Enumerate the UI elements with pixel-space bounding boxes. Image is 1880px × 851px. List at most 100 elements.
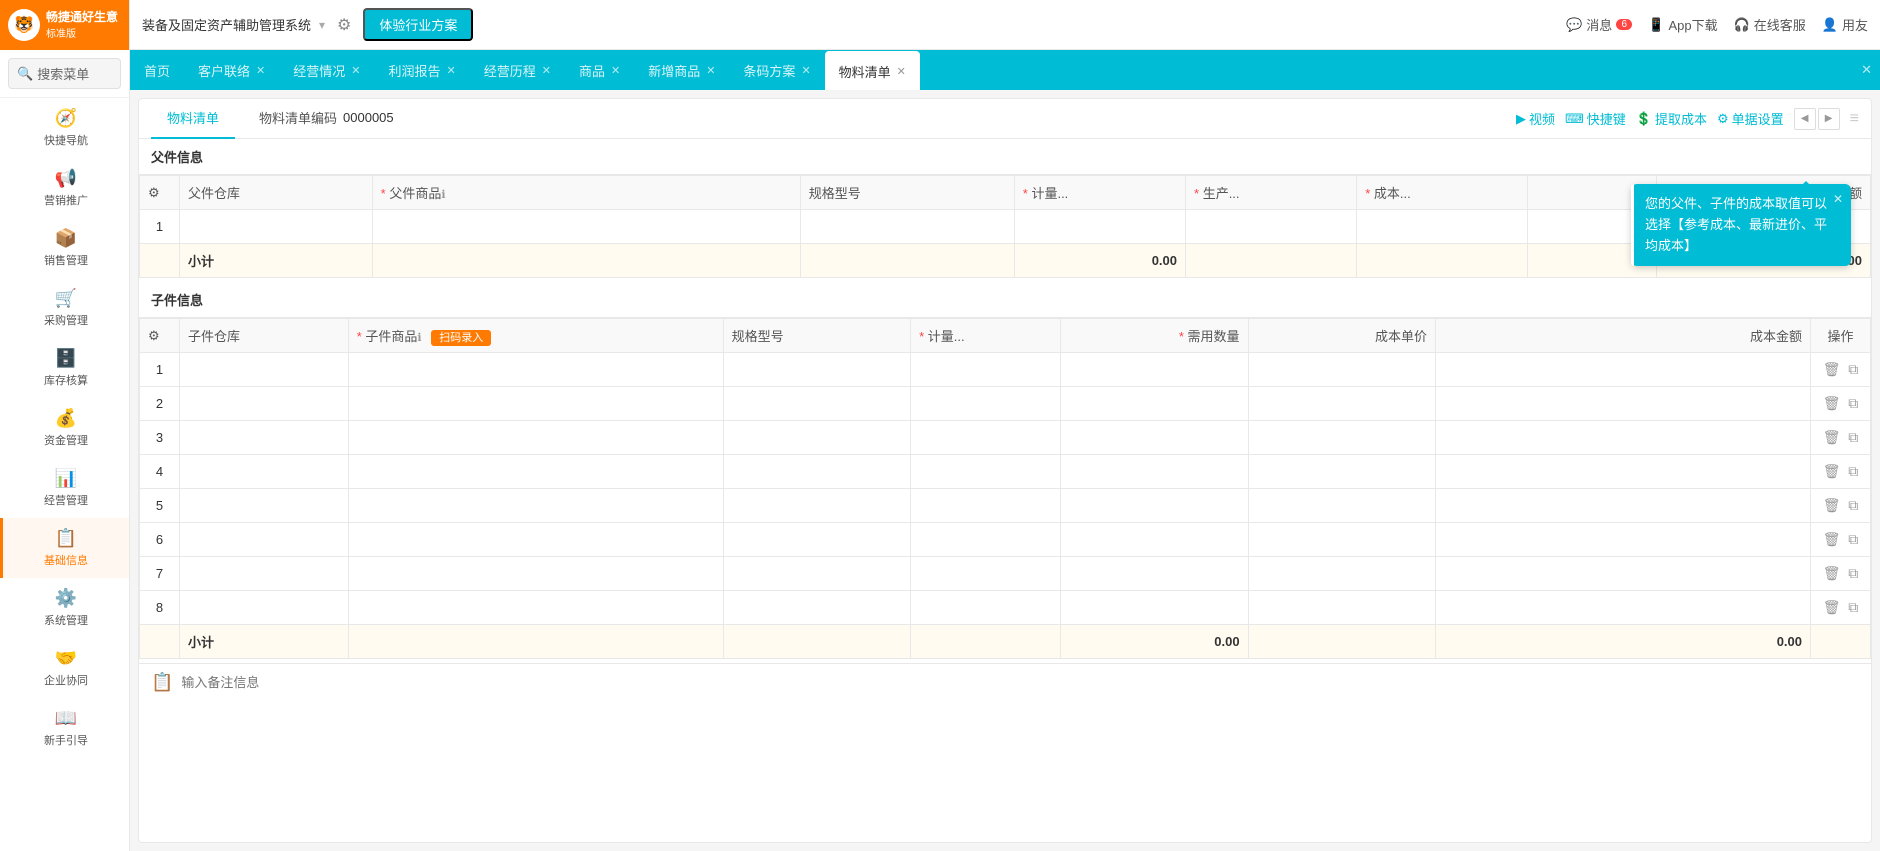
copy-icon-row-5[interactable]: ⧉ bbox=[1848, 497, 1858, 513]
child-row-7-qty[interactable] bbox=[1061, 557, 1248, 591]
child-row-3-goods[interactable] bbox=[348, 421, 723, 455]
child-row-2-spec[interactable] bbox=[723, 387, 910, 421]
child-row-8-qty[interactable] bbox=[1061, 591, 1248, 625]
delete-icon-row-8[interactable]: 🗑 bbox=[1823, 599, 1841, 615]
tab-operation-status-close[interactable]: ✕ bbox=[351, 64, 360, 77]
tab-goods[interactable]: 商品 ✕ bbox=[565, 50, 634, 90]
service-button[interactable]: 🎧 在线客服 bbox=[1734, 15, 1806, 34]
child-row-3-qty[interactable] bbox=[1061, 421, 1248, 455]
sidebar-item-system[interactable]: ⚙️ 系统管理 bbox=[0, 578, 129, 638]
search-menu-button[interactable]: 🔍 搜索菜单 bbox=[8, 58, 121, 89]
sidebar-item-enterprise[interactable]: 🤝 企业协同 bbox=[0, 638, 129, 698]
child-col-settings[interactable]: ⚙ bbox=[140, 319, 180, 353]
expand-icon[interactable]: ≡ bbox=[1850, 110, 1859, 128]
copy-icon-row-4[interactable]: ⧉ bbox=[1848, 463, 1858, 479]
tab-history[interactable]: 经营历程 ✕ bbox=[470, 50, 565, 90]
child-row-3-cost-unit[interactable] bbox=[1248, 421, 1435, 455]
child-row-1-unit[interactable] bbox=[911, 353, 1061, 387]
child-row-7-warehouse[interactable] bbox=[180, 557, 349, 591]
child-row-5-spec[interactable] bbox=[723, 489, 910, 523]
child-row-6-cost-unit[interactable] bbox=[1248, 523, 1435, 557]
parent-row-1-spec[interactable] bbox=[800, 210, 1014, 244]
child-row-3-spec[interactable] bbox=[723, 421, 910, 455]
copy-icon-row-3[interactable]: ⧉ bbox=[1848, 429, 1858, 445]
child-row-5-qty[interactable] bbox=[1061, 489, 1248, 523]
delete-icon-row-1[interactable]: 🗑 bbox=[1823, 361, 1841, 377]
cost-button[interactable]: 💲 提取成本 bbox=[1636, 109, 1707, 128]
topbar-dropdown-arrow[interactable]: ▾ bbox=[319, 18, 325, 32]
sidebar-item-sales[interactable]: 📦 销售管理 bbox=[0, 218, 129, 278]
shortcuts-button[interactable]: ⌨ 快捷键 bbox=[1565, 109, 1626, 128]
video-button[interactable]: ▶ 视频 bbox=[1516, 109, 1555, 128]
child-row-4-unit[interactable] bbox=[911, 455, 1061, 489]
tab-profit[interactable]: 利润报告 ✕ bbox=[374, 50, 469, 90]
child-row-6-warehouse[interactable] bbox=[180, 523, 349, 557]
child-row-2-unit[interactable] bbox=[911, 387, 1061, 421]
sidebar-item-guide[interactable]: 📖 新手引导 bbox=[0, 698, 129, 758]
child-row-6-goods[interactable] bbox=[348, 523, 723, 557]
child-row-5-warehouse[interactable] bbox=[180, 489, 349, 523]
delete-icon-row-3[interactable]: 🗑 bbox=[1823, 429, 1841, 445]
remark-input[interactable] bbox=[181, 675, 1859, 690]
sidebar-item-finance[interactable]: 💰 资金管理 bbox=[0, 398, 129, 458]
child-row-8-goods[interactable] bbox=[348, 591, 723, 625]
copy-icon-row-7[interactable]: ⧉ bbox=[1848, 565, 1858, 581]
tab-barcode[interactable]: 条码方案 ✕ bbox=[729, 50, 824, 90]
child-row-4-warehouse[interactable] bbox=[180, 455, 349, 489]
sidebar-item-inventory[interactable]: 🗄️ 库存核算 bbox=[0, 338, 129, 398]
child-row-1-spec[interactable] bbox=[723, 353, 910, 387]
child-row-6-qty[interactable] bbox=[1061, 523, 1248, 557]
child-row-7-cost-unit[interactable] bbox=[1248, 557, 1435, 591]
parent-col-settings[interactable]: ⚙ bbox=[140, 176, 180, 210]
tab-new-goods[interactable]: 新增商品 ✕ bbox=[634, 50, 729, 90]
parent-row-1-prod[interactable] bbox=[1186, 210, 1357, 244]
subtab-bom-list[interactable]: 物料清单 bbox=[151, 99, 235, 139]
child-row-5-cost-unit[interactable] bbox=[1248, 489, 1435, 523]
child-row-1-goods[interactable] bbox=[348, 353, 723, 387]
child-row-2-qty[interactable] bbox=[1061, 387, 1248, 421]
child-row-6-unit[interactable] bbox=[911, 523, 1061, 557]
child-row-2-goods[interactable] bbox=[348, 387, 723, 421]
parent-row-1-cost[interactable] bbox=[1357, 210, 1528, 244]
tab-operation-status[interactable]: 经营情况 ✕ bbox=[279, 50, 374, 90]
sidebar-item-purchase[interactable]: 🛒 采购管理 bbox=[0, 278, 129, 338]
tooltip-close-button[interactable]: ✕ bbox=[1833, 190, 1843, 209]
tab-goods-close[interactable]: ✕ bbox=[611, 64, 620, 77]
copy-icon-row-6[interactable]: ⧉ bbox=[1848, 531, 1858, 547]
child-row-1-cost-unit[interactable] bbox=[1248, 353, 1435, 387]
parent-row-1-warehouse[interactable] bbox=[180, 210, 373, 244]
child-row-8-unit[interactable] bbox=[911, 591, 1061, 625]
topbar-settings-icon[interactable]: ⚙ bbox=[337, 15, 351, 35]
prev-button[interactable]: ◀ bbox=[1794, 108, 1816, 130]
delete-icon-row-2[interactable]: 🗑 bbox=[1823, 395, 1841, 411]
tab-history-close[interactable]: ✕ bbox=[542, 64, 551, 77]
child-row-7-spec[interactable] bbox=[723, 557, 910, 591]
trial-button[interactable]: 体验行业方案 bbox=[363, 8, 473, 41]
child-row-3-warehouse[interactable] bbox=[180, 421, 349, 455]
single-settings-button[interactable]: ⚙ 单据设置 bbox=[1717, 109, 1784, 128]
tab-new-goods-close[interactable]: ✕ bbox=[706, 64, 715, 77]
child-row-3-unit[interactable] bbox=[911, 421, 1061, 455]
child-row-2-cost-unit[interactable] bbox=[1248, 387, 1435, 421]
child-row-4-goods[interactable] bbox=[348, 455, 723, 489]
tab-bom[interactable]: 物料清单 ✕ bbox=[825, 51, 920, 90]
child-row-5-goods[interactable] bbox=[348, 489, 723, 523]
child-row-4-cost-unit[interactable] bbox=[1248, 455, 1435, 489]
delete-icon-row-6[interactable]: 🗑 bbox=[1823, 531, 1841, 547]
tab-barcode-close[interactable]: ✕ bbox=[801, 64, 810, 77]
user-button[interactable]: 👤 用友 bbox=[1822, 15, 1868, 34]
tab-home[interactable]: 首页 bbox=[130, 50, 184, 90]
sidebar-item-marketing[interactable]: 📢 营销推广 bbox=[0, 158, 129, 218]
tab-customer-close[interactable]: ✕ bbox=[256, 64, 265, 77]
tab-bar-close-icon[interactable]: ✕ bbox=[1861, 62, 1880, 78]
scan-button[interactable]: 扫码录入 bbox=[431, 330, 491, 346]
parent-row-1-goods[interactable] bbox=[372, 210, 800, 244]
delete-icon-row-7[interactable]: 🗑 bbox=[1823, 565, 1841, 581]
child-row-7-goods[interactable] bbox=[348, 557, 723, 591]
child-row-2-warehouse[interactable] bbox=[180, 387, 349, 421]
child-row-8-warehouse[interactable] bbox=[180, 591, 349, 625]
child-row-4-spec[interactable] bbox=[723, 455, 910, 489]
child-row-5-unit[interactable] bbox=[911, 489, 1061, 523]
sidebar-item-basic[interactable]: 📋 基础信息 bbox=[0, 518, 129, 578]
child-row-8-spec[interactable] bbox=[723, 591, 910, 625]
